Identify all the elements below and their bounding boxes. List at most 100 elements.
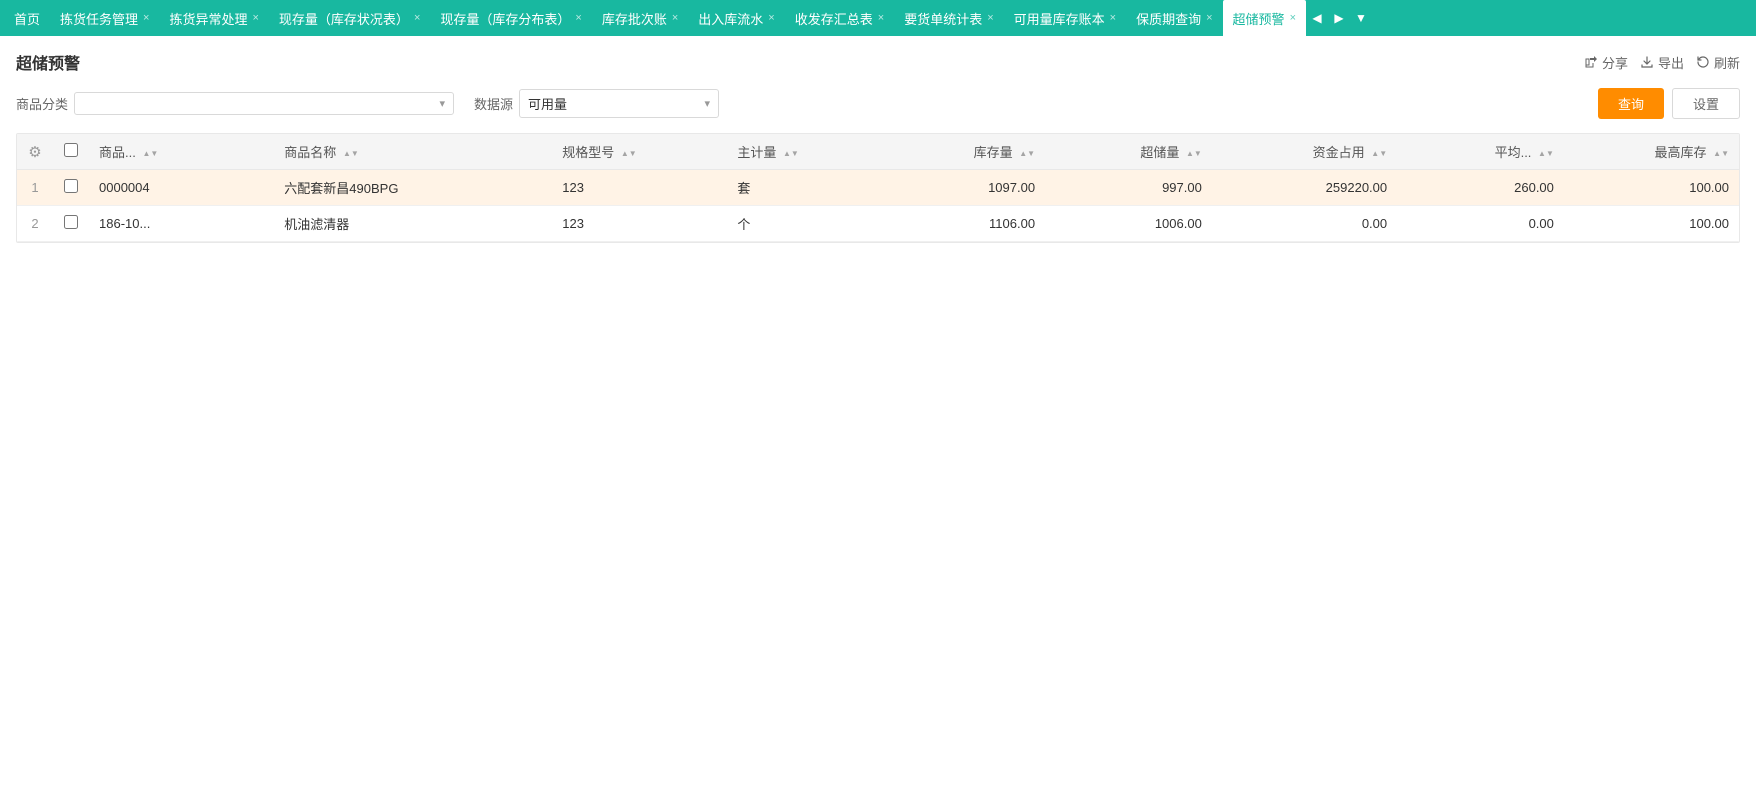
sort-name-icon: ▲▼ xyxy=(343,149,359,158)
row-avg-0: 260.00 xyxy=(1397,170,1564,206)
row-checkbox-cell-0[interactable] xyxy=(53,170,89,206)
query-button[interactable]: 查询 xyxy=(1598,88,1664,119)
close-stock-dist-icon[interactable]: × xyxy=(575,12,581,24)
row-capital-0: 259220.00 xyxy=(1212,170,1397,206)
nav-item-stock-status[interactable]: 现存量（库存状况表） × xyxy=(269,0,430,36)
header-actions: 分享 导出 刷新 xyxy=(1584,53,1740,72)
share-button[interactable]: 分享 xyxy=(1584,53,1628,72)
filter-buttons: 查询 设置 xyxy=(1598,88,1740,119)
close-expiry-icon[interactable]: × xyxy=(1206,12,1212,24)
export-icon xyxy=(1640,55,1654,69)
table-wrapper: ⚙ 商品... ▲▼ 商品名称 ▲▼ 规格型号 ▲▼ xyxy=(16,133,1740,243)
settings-button[interactable]: 设置 xyxy=(1672,88,1740,119)
nav-arrow-left[interactable]: ◀ xyxy=(1306,0,1328,36)
col-header-capital[interactable]: 资金占用 ▲▼ xyxy=(1212,134,1397,170)
sort-spec-icon: ▲▼ xyxy=(621,149,637,158)
close-pick-task-icon[interactable]: × xyxy=(143,12,149,24)
nav-item-home[interactable]: 首页 xyxy=(4,0,50,36)
row-num-0: 1 xyxy=(17,170,53,206)
export-button[interactable]: 导出 xyxy=(1640,53,1684,72)
close-inout-icon[interactable]: × xyxy=(768,12,774,24)
datasource-label: 数据源 xyxy=(474,94,513,113)
sort-over-icon: ▲▼ xyxy=(1186,149,1202,158)
checkbox-header[interactable] xyxy=(53,134,89,170)
datasource-filter: 数据源 可用量 ▾ xyxy=(474,89,719,118)
nav-item-stock-dist[interactable]: 现存量（库存分布表） × xyxy=(430,0,591,36)
close-overstock-icon[interactable]: × xyxy=(1290,12,1296,24)
nav-item-pick-task[interactable]: 拣货任务管理 × xyxy=(50,0,159,36)
nav-arrow-right[interactable]: ▶ xyxy=(1328,0,1350,36)
table-row: 2 186-10... 机油滤清器 123 个 1106.00 1006.00 … xyxy=(17,206,1739,242)
row-spec-0: 123 xyxy=(552,170,727,206)
category-label: 商品分类 xyxy=(16,94,68,113)
refresh-icon xyxy=(1696,55,1710,69)
close-stock-status-icon[interactable]: × xyxy=(414,12,420,24)
datasource-arrow-icon: ▾ xyxy=(705,97,711,110)
close-pick-exception-icon[interactable]: × xyxy=(252,12,258,24)
col-header-name[interactable]: 商品名称 ▲▼ xyxy=(274,134,552,170)
category-arrow-icon: ▾ xyxy=(439,97,445,110)
nav-item-available[interactable]: 可用量库存账本 × xyxy=(1004,0,1126,36)
nav-item-batch[interactable]: 库存批次账 × xyxy=(592,0,688,36)
row-code-1: 186-10... xyxy=(89,206,274,242)
sort-code-icon: ▲▼ xyxy=(142,149,158,158)
page-title: 超储预警 xyxy=(16,50,80,74)
gear-header[interactable]: ⚙ xyxy=(17,134,53,170)
filter-bar: 商品分类 ▾ 数据源 可用量 ▾ 查询 设置 xyxy=(16,88,1740,119)
row-stock-0: 1097.00 xyxy=(878,170,1045,206)
row-avg-1: 0.00 xyxy=(1397,206,1564,242)
page-content: 超储预警 分享 导出 刷新 xyxy=(0,36,1756,800)
nav-arrow-more[interactable]: ▼ xyxy=(1350,0,1372,36)
table-row: 1 0000004 六配套新昌490BPG 123 套 1097.00 997.… xyxy=(17,170,1739,206)
col-header-code[interactable]: 商品... ▲▼ xyxy=(89,134,274,170)
table-header-row: ⚙ 商品... ▲▼ 商品名称 ▲▼ 规格型号 ▲▼ xyxy=(17,134,1739,170)
gear-settings-icon[interactable]: ⚙ xyxy=(28,144,41,161)
close-order-stats-icon[interactable]: × xyxy=(987,12,993,24)
datasource-select[interactable]: 可用量 ▾ xyxy=(519,89,719,118)
nav-item-summary[interactable]: 收发存汇总表 × xyxy=(785,0,894,36)
top-nav: 首页 拣货任务管理 × 拣货异常处理 × 现存量（库存状况表） × 现存量（库存… xyxy=(0,0,1756,36)
data-table: ⚙ 商品... ▲▼ 商品名称 ▲▼ 规格型号 ▲▼ xyxy=(17,134,1739,242)
refresh-button[interactable]: 刷新 xyxy=(1696,53,1740,72)
row-checkbox-cell-1[interactable] xyxy=(53,206,89,242)
close-batch-icon[interactable]: × xyxy=(672,12,678,24)
row-unit-1: 个 xyxy=(727,206,878,242)
row-capital-1: 0.00 xyxy=(1212,206,1397,242)
category-filter: 商品分类 ▾ xyxy=(16,92,454,115)
col-header-unit[interactable]: 主计量 ▲▼ xyxy=(727,134,878,170)
col-header-avg[interactable]: 平均... ▲▼ xyxy=(1397,134,1564,170)
row-name-1: 机油滤清器 xyxy=(274,206,552,242)
sort-capital-icon: ▲▼ xyxy=(1371,149,1387,158)
col-header-stock[interactable]: 库存量 ▲▼ xyxy=(878,134,1045,170)
col-header-spec[interactable]: 规格型号 ▲▼ xyxy=(552,134,727,170)
close-summary-icon[interactable]: × xyxy=(878,12,884,24)
sort-unit-icon: ▲▼ xyxy=(783,149,799,158)
category-select[interactable]: ▾ xyxy=(74,92,454,115)
sort-avg-icon: ▲▼ xyxy=(1538,149,1554,158)
row-name-0: 六配套新昌490BPG xyxy=(274,170,552,206)
datasource-value: 可用量 xyxy=(528,94,567,113)
sort-stock-icon: ▲▼ xyxy=(1019,149,1035,158)
row-code-0: 0000004 xyxy=(89,170,274,206)
nav-item-overstock[interactable]: 超储预警 × xyxy=(1223,0,1306,36)
row-num-1: 2 xyxy=(17,206,53,242)
page-header: 超储预警 分享 导出 刷新 xyxy=(16,50,1740,74)
col-header-maxstock[interactable]: 最高库存 ▲▼ xyxy=(1564,134,1739,170)
row-maxstock-1: 100.00 xyxy=(1564,206,1739,242)
row-over-0: 997.00 xyxy=(1045,170,1212,206)
close-available-icon[interactable]: × xyxy=(1110,12,1116,24)
row-maxstock-0: 100.00 xyxy=(1564,170,1739,206)
nav-item-inout[interactable]: 出入库流水 × xyxy=(688,0,784,36)
nav-item-pick-exception[interactable]: 拣货异常处理 × xyxy=(159,0,268,36)
nav-item-expiry[interactable]: 保质期查询 × xyxy=(1126,0,1222,36)
row-unit-0: 套 xyxy=(727,170,878,206)
col-header-over[interactable]: 超储量 ▲▼ xyxy=(1045,134,1212,170)
select-all-checkbox[interactable] xyxy=(64,143,78,157)
row-checkbox-0[interactable] xyxy=(64,179,78,193)
row-over-1: 1006.00 xyxy=(1045,206,1212,242)
row-checkbox-1[interactable] xyxy=(64,215,78,229)
row-stock-1: 1106.00 xyxy=(878,206,1045,242)
row-spec-1: 123 xyxy=(552,206,727,242)
sort-maxstock-icon: ▲▼ xyxy=(1713,149,1729,158)
nav-item-order-stats[interactable]: 要货单统计表 × xyxy=(894,0,1003,36)
